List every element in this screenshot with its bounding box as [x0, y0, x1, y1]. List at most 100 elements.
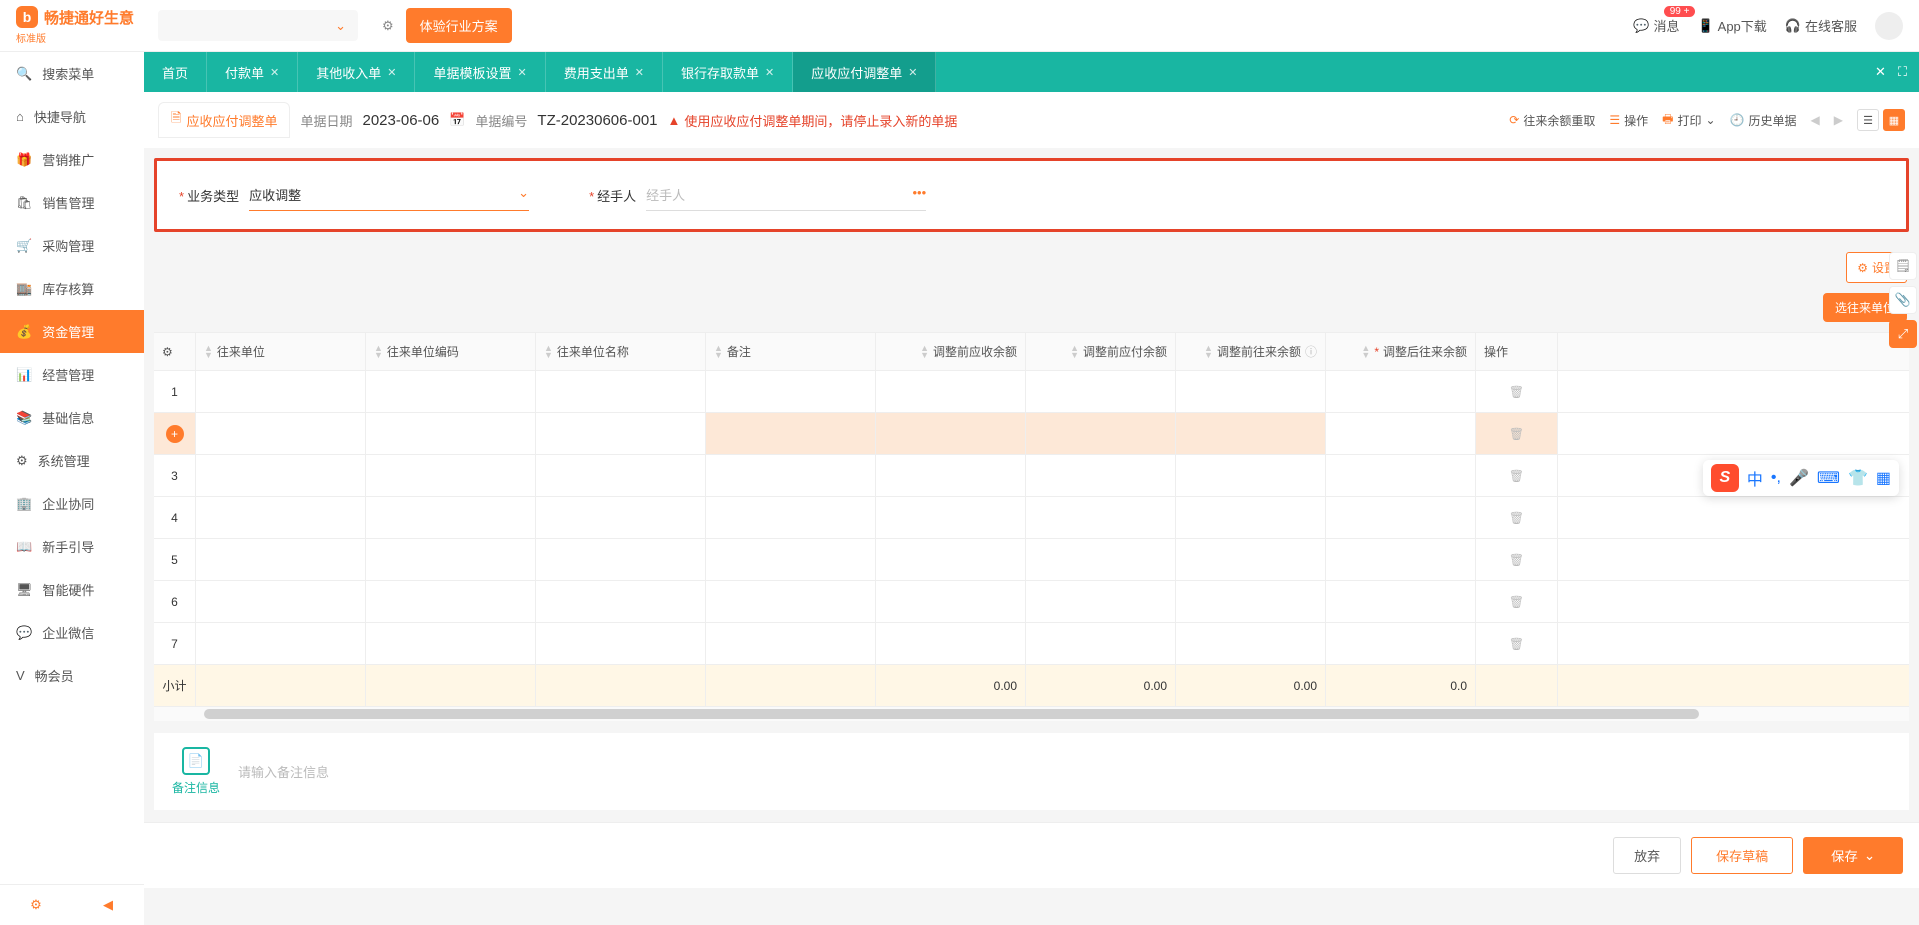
- sidebar-item-system[interactable]: ⚙系统管理: [0, 439, 144, 482]
- cell-pre-pay[interactable]: [1026, 623, 1176, 664]
- tab-银行存取款单[interactable]: 银行存取款单✕: [663, 52, 793, 92]
- operate-dropdown[interactable]: ☰操作: [1609, 112, 1648, 129]
- sidebar-item-funds[interactable]: 💰资金管理: [0, 310, 144, 353]
- handler-input[interactable]: 经手人 •••: [646, 179, 926, 211]
- col-unit-code[interactable]: ▲▼往来单位编码: [366, 333, 536, 370]
- prev-doc-icon[interactable]: ◀: [1811, 113, 1820, 127]
- biz-type-select[interactable]: 应收调整 ⌄: [249, 179, 529, 211]
- table-row[interactable]: 4🗑: [154, 497, 1909, 539]
- cell-remark[interactable]: [706, 455, 876, 496]
- tab-close-all-icon[interactable]: ✕: [1875, 64, 1886, 80]
- rail-expand-icon[interactable]: ⤢: [1889, 320, 1917, 348]
- table-row[interactable]: 7🗑: [154, 623, 1909, 665]
- cell-unit-code[interactable]: [366, 455, 536, 496]
- cell-pre-pay[interactable]: [1026, 455, 1176, 496]
- tab-费用支出单[interactable]: 费用支出单✕: [546, 52, 663, 92]
- ime-toolbox-icon[interactable]: ▦: [1876, 468, 1891, 488]
- trial-button[interactable]: 体验行业方案: [406, 8, 512, 43]
- messages-link[interactable]: 💬 消息 99 +: [1633, 16, 1679, 35]
- delete-row-icon[interactable]: 🗑: [1509, 469, 1524, 483]
- cell-unit[interactable]: [196, 623, 366, 664]
- cell-pre-bal[interactable]: [1176, 371, 1326, 412]
- rail-note-icon[interactable]: 🗒: [1889, 252, 1917, 280]
- col-pre-bal[interactable]: ▲▼调整前往来余额 ⓘ: [1176, 333, 1326, 370]
- sidebar-item-baseinfo[interactable]: 📚基础信息: [0, 396, 144, 439]
- cell-unit-name[interactable]: [536, 623, 706, 664]
- cell-pre-pay[interactable]: [1026, 581, 1176, 622]
- cell-pre-pay[interactable]: [1026, 413, 1176, 454]
- delete-row-icon[interactable]: 🗑: [1509, 511, 1524, 525]
- col-unit[interactable]: ▲▼往来单位: [196, 333, 366, 370]
- cell-pre-bal[interactable]: [1176, 623, 1326, 664]
- tab-首页[interactable]: 首页: [144, 52, 207, 92]
- cell-unit-code[interactable]: [366, 371, 536, 412]
- next-doc-icon[interactable]: ▶: [1834, 113, 1843, 127]
- sidebar-item-purchase[interactable]: 🛒采购管理: [0, 224, 144, 267]
- cell-pre-recv[interactable]: [876, 413, 1026, 454]
- table-row[interactable]: +🗑: [154, 413, 1909, 455]
- cell-unit-code[interactable]: [366, 497, 536, 538]
- cell-pre-bal[interactable]: [1176, 413, 1326, 454]
- cell-post-bal[interactable]: [1326, 539, 1476, 580]
- cell-pre-pay[interactable]: [1026, 539, 1176, 580]
- table-row[interactable]: 5🗑: [154, 539, 1909, 581]
- cell-remark[interactable]: [706, 539, 876, 580]
- table-row[interactable]: 6🗑: [154, 581, 1909, 623]
- close-icon[interactable]: ✕: [518, 66, 527, 79]
- cell-pre-bal[interactable]: [1176, 455, 1326, 496]
- delete-row-icon[interactable]: 🗑: [1509, 553, 1524, 567]
- regen-balance-button[interactable]: ⟳往来余额重取: [1509, 112, 1595, 129]
- cell-unit-name[interactable]: [536, 539, 706, 580]
- close-icon[interactable]: ✕: [635, 66, 644, 79]
- sidebar-item-search[interactable]: 🔍搜索菜单: [0, 52, 144, 95]
- sidebar-item-hardware[interactable]: 🖥智能硬件: [0, 568, 144, 611]
- sidebar-item-marketing[interactable]: 🎁营销推广: [0, 138, 144, 181]
- col-unit-name[interactable]: ▲▼往来单位名称: [536, 333, 706, 370]
- sidebar-item-business[interactable]: 📊经营管理: [0, 353, 144, 396]
- delete-row-icon[interactable]: 🗑: [1509, 595, 1524, 609]
- print-dropdown[interactable]: 🖶打印 ⌄: [1662, 110, 1715, 131]
- cell-unit-code[interactable]: [366, 623, 536, 664]
- cell-unit-name[interactable]: [536, 497, 706, 538]
- cell-post-bal[interactable]: [1326, 413, 1476, 454]
- close-icon[interactable]: ✕: [270, 66, 279, 79]
- sidebar-item-wechat[interactable]: 💬企业微信: [0, 611, 144, 654]
- add-row-icon[interactable]: +: [166, 425, 184, 443]
- cell-unit[interactable]: [196, 497, 366, 538]
- cell-unit-name[interactable]: [536, 413, 706, 454]
- horizontal-scrollbar[interactable]: [154, 707, 1909, 721]
- remark-input[interactable]: 请输入备注信息: [238, 762, 1891, 781]
- discard-button[interactable]: 放弃: [1613, 837, 1681, 874]
- cell-remark[interactable]: [706, 413, 876, 454]
- close-icon[interactable]: ✕: [387, 66, 396, 79]
- tab-其他收入单[interactable]: 其他收入单✕: [298, 52, 415, 92]
- cell-post-bal[interactable]: [1326, 581, 1476, 622]
- tab-付款单[interactable]: 付款单✕: [207, 52, 298, 92]
- cell-unit-code[interactable]: [366, 539, 536, 580]
- sidebar-item-member[interactable]: V畅会员: [0, 654, 144, 697]
- cell-pre-recv[interactable]: [876, 497, 1026, 538]
- col-remark[interactable]: ▲▼备注: [706, 333, 876, 370]
- col-post-bal[interactable]: ▲▼*调整后往来余额: [1326, 333, 1476, 370]
- save-button[interactable]: 保存⌄: [1803, 837, 1903, 874]
- support-link[interactable]: 🎧 在线客服: [1785, 16, 1857, 35]
- cell-unit-name[interactable]: [536, 455, 706, 496]
- cell-remark[interactable]: [706, 497, 876, 538]
- cell-unit-code[interactable]: [366, 413, 536, 454]
- close-icon[interactable]: ✕: [908, 66, 917, 79]
- col-pre-pay[interactable]: ▲▼调整前应付余额: [1026, 333, 1176, 370]
- close-icon[interactable]: ✕: [765, 66, 774, 79]
- view-list-toggle[interactable]: ☰: [1857, 109, 1879, 131]
- tab-单据模板设置[interactable]: 单据模板设置✕: [415, 52, 545, 92]
- cell-remark[interactable]: [706, 371, 876, 412]
- table-row[interactable]: 3🗑: [154, 455, 1909, 497]
- cell-unit[interactable]: [196, 539, 366, 580]
- col-pre-recv[interactable]: ▲▼调整前应收余额: [876, 333, 1026, 370]
- ime-keyboard-icon[interactable]: ⌨: [1817, 468, 1840, 488]
- cell-remark[interactable]: [706, 623, 876, 664]
- user-avatar[interactable]: [1875, 12, 1903, 40]
- cell-pre-recv[interactable]: [876, 539, 1026, 580]
- cell-post-bal[interactable]: [1326, 455, 1476, 496]
- cell-unit-name[interactable]: [536, 371, 706, 412]
- delete-row-icon[interactable]: 🗑: [1509, 385, 1524, 399]
